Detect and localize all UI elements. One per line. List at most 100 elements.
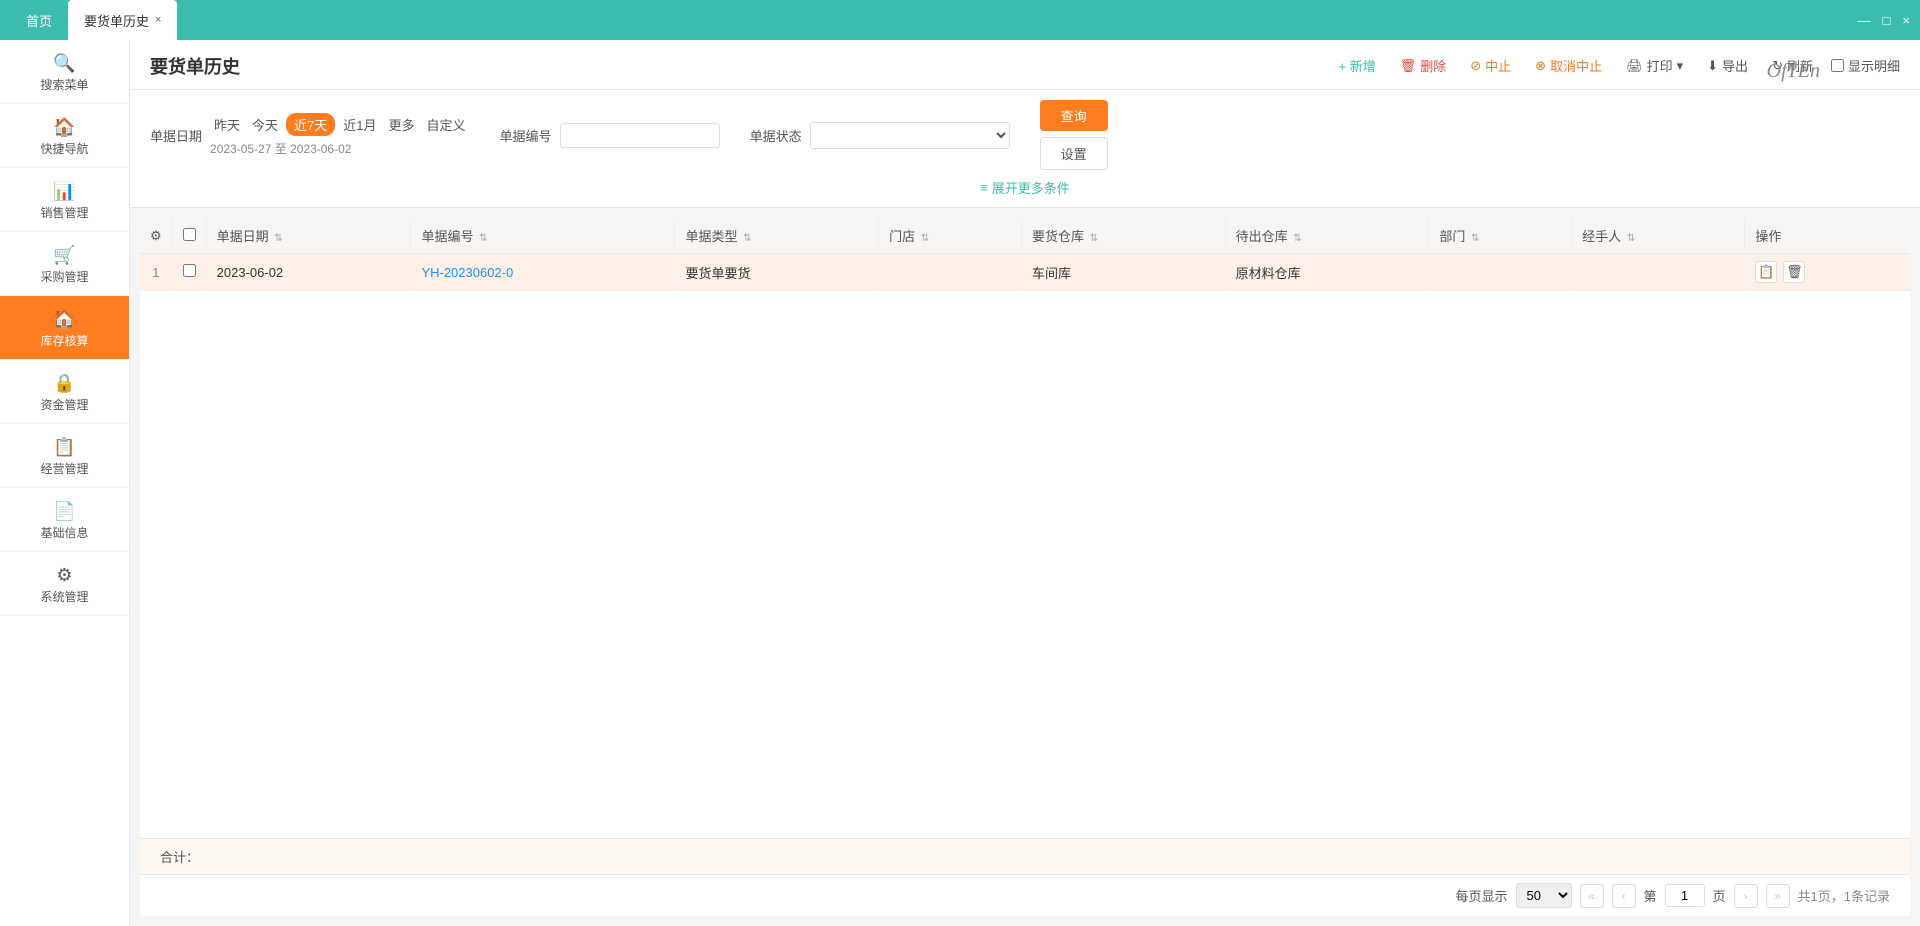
date-filter-section: 昨天 今天 近7天 近1月 更多 自定义 2023-05-27 至 2023-0… [210,113,470,157]
cancel-stop-button-label: 取消中止 [1550,56,1602,75]
basic-info-icon: 📄 [53,502,75,520]
query-button[interactable]: 查询 [1040,100,1108,131]
new-button[interactable]: + 新增 [1332,52,1381,79]
print-button[interactable]: 🖨 打印 ▾ [1620,52,1689,79]
prev-page-button[interactable]: ‹ [1612,884,1636,908]
th-doctype[interactable]: 单据类型 ⇅ [675,218,879,254]
window-controls: — □ × [1858,13,1910,28]
th-docnum[interactable]: 单据编号 ⇅ [411,218,675,254]
first-page-button[interactable]: « [1580,884,1604,908]
docstatus-select[interactable]: 草稿 已确认 已中止 [811,123,1009,148]
row-reqwarehouse: 车间库 [1021,254,1225,291]
th-date[interactable]: 单据日期 ⇅ [206,218,411,254]
row-checkbox[interactable] [183,264,196,277]
next-page-button[interactable]: › [1734,884,1758,908]
refresh-button[interactable]: ↻ 刷新 [1766,52,1819,79]
th-pendingwarehouse-sort-icon: ⇅ [1293,233,1301,244]
row-delete-icon[interactable]: 🗑 [1783,261,1805,283]
th-reqwarehouse[interactable]: 要货仓库 ⇅ [1021,218,1225,254]
th-operation-label: 操作 [1755,229,1781,244]
sidebar-item-search-menu[interactable]: 🔍 搜索菜单 [0,40,129,104]
th-dept[interactable]: 部门 ⇅ [1429,218,1572,254]
expand-more-label: 展开更多条件 [992,178,1070,197]
th-date-sort-icon: ⇅ [274,233,282,244]
page-input[interactable] [1665,884,1705,907]
tab-active-label: 要货单历史 [84,11,149,30]
expand-more[interactable]: ≡ 展开更多条件 [150,178,1900,197]
row-doctype: 要货单要货 [675,254,879,291]
cancel-stop-button[interactable]: ⊗ 取消中止 [1529,52,1608,79]
last-page-button[interactable]: » [1766,884,1790,908]
th-pendingwarehouse[interactable]: 待出仓库 ⇅ [1225,218,1429,254]
docnum-filter-input[interactable] [560,123,720,148]
shortcut-yesterday[interactable]: 昨天 [210,113,244,136]
row-docnum-link[interactable]: YH-20230602-0 [421,265,513,280]
sidebar-item-inventory[interactable]: 🏠 库存核算 [0,296,129,360]
th-reqwarehouse-sort-icon: ⇅ [1090,233,1098,244]
shortcut-today[interactable]: 今天 [248,113,282,136]
sidebar-item-quick-nav-label: 快捷导航 [40,140,88,157]
docnum-filter-label: 单据编号 [500,126,552,145]
filter-top-row: 单据日期 昨天 今天 近7天 近1月 更多 自定义 2023-05-27 至 2… [150,100,1900,170]
shortcut-custom[interactable]: 自定义 [423,113,470,136]
tab-close-icon[interactable]: × [155,14,161,26]
sidebar-item-ops-mgmt-label: 经营管理 [40,460,88,477]
summary-label: 合计： [160,850,199,865]
tab-home[interactable]: 首页 [10,0,68,40]
stop-button[interactable]: ⊘ 中止 [1464,52,1517,79]
per-page-select[interactable]: 20 50 100 200 [1516,883,1572,908]
th-store[interactable]: 门店 ⇅ [879,218,1022,254]
date-shortcuts: 昨天 今天 近7天 近1月 更多 自定义 [210,113,470,136]
search-menu-icon: 🔍 [53,54,75,72]
delete-button[interactable]: 🗑 删除 [1394,52,1453,79]
minimize-icon[interactable]: — [1858,13,1871,28]
th-docnum-label: 单据编号 [421,229,473,244]
quick-nav-icon: 🏠 [53,118,75,136]
row-store [879,254,1022,291]
total-info: 共1页，1条记录 [1798,886,1890,905]
sidebar-item-basic-info[interactable]: 📄 基础信息 [0,488,129,552]
export-button[interactable]: ⬇ 导出 [1701,52,1754,79]
maximize-icon[interactable]: □ [1883,13,1891,28]
show-detail-wrap: 显示明细 [1831,56,1900,75]
row-edit-icon[interactable]: 📋 [1755,261,1777,283]
tab-active[interactable]: 要货单历史 × [68,0,177,40]
shortcut-1month[interactable]: 近1月 [339,113,380,136]
op-icons: 📋 🗑 [1755,261,1900,283]
sidebar: 🔍 搜索菜单 🏠 快捷导航 📊 销售管理 🛒 采购管理 🏠 库存核算 🔒 资金管… [0,40,130,926]
th-handler[interactable]: 经手人 ⇅ [1572,218,1745,254]
export-icon: ⬇ [1707,58,1718,74]
sidebar-item-finance-mgmt[interactable]: 🔒 资金管理 [0,360,129,424]
sys-mgmt-icon: ⚙ [56,566,72,584]
shortcut-7days[interactable]: 近7天 [286,113,335,136]
sidebar-item-sales-mgmt[interactable]: 📊 销售管理 [0,168,129,232]
row-num: 1 [140,254,172,291]
shortcut-more[interactable]: 更多 [385,113,419,136]
page-title: 要货单历史 [150,53,240,79]
select-all-checkbox[interactable] [183,228,196,241]
sidebar-item-sys-mgmt[interactable]: ⚙ 系统管理 [0,552,129,616]
sidebar-item-quick-nav[interactable]: 🏠 快捷导航 [0,104,129,168]
row-dept [1429,254,1572,291]
settings-button[interactable]: 设置 [1040,137,1108,170]
per-page-label: 每页显示 [1455,886,1507,905]
th-handler-sort-icon: ⇅ [1627,233,1635,244]
sidebar-item-ops-mgmt[interactable]: 📋 经营管理 [0,424,129,488]
sidebar-item-purchase-mgmt[interactable]: 🛒 采购管理 [0,232,129,296]
table-body: 1 2023-06-02 YH-20230602-0 要货单要货 车间库 原材料… [140,254,1910,291]
data-table: ⚙ 单据日期 ⇅ 单据编号 ⇅ [140,218,1910,291]
show-detail-label: 显示明细 [1848,56,1900,75]
th-settings[interactable]: ⚙ [140,218,172,254]
print-icon: 🖨 [1626,58,1643,74]
refresh-button-label: 刷新 [1787,56,1813,75]
stop-button-label: 中止 [1485,56,1511,75]
close-window-icon[interactable]: × [1902,13,1910,28]
stop-icon: ⊘ [1470,58,1481,74]
table-header: ⚙ 单据日期 ⇅ 单据编号 ⇅ [140,218,1910,254]
sidebar-item-sys-mgmt-label: 系统管理 [40,588,88,605]
row-handler [1572,254,1745,291]
show-detail-checkbox[interactable] [1831,59,1844,72]
th-dept-sort-icon: ⇅ [1471,233,1479,244]
page-label-before: 第 [1644,886,1657,905]
purchase-mgmt-icon: 🛒 [53,246,75,264]
